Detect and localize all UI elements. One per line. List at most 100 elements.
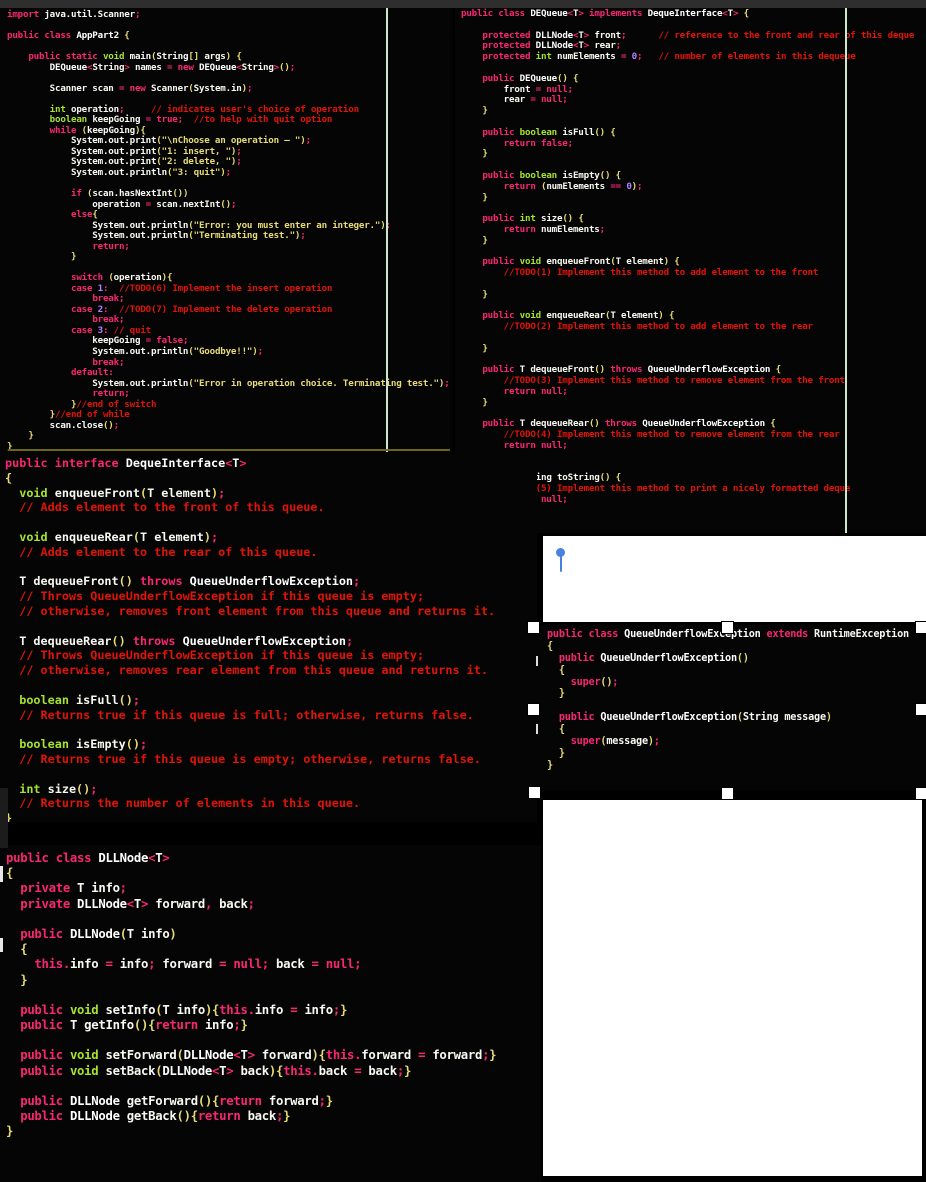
text-fragment xyxy=(0,938,3,952)
code-line: this.info = info; forward = null; back =… xyxy=(6,957,541,972)
pin-icon[interactable] xyxy=(554,548,568,574)
code-line: } xyxy=(461,236,926,247)
code-line xyxy=(461,333,926,344)
selection-handle-top-left[interactable] xyxy=(527,621,540,634)
code-line: return null; xyxy=(461,387,926,398)
code-line: T dequeueFront() throws QueueUnderflowEx… xyxy=(5,574,537,589)
slide-canvas: import java.util.Scanner;public class Ap… xyxy=(0,0,926,1182)
code-line: } xyxy=(461,193,926,204)
text-fragment xyxy=(536,656,538,666)
code-line xyxy=(461,279,926,290)
text-fragment xyxy=(0,866,3,882)
slide-background-area[interactable] xyxy=(543,800,922,1176)
code-line: public void setInfo(T info){this.info = … xyxy=(6,1003,541,1018)
code-line: public class DLLNode<T> xyxy=(6,851,541,866)
white-slide-box[interactable] xyxy=(543,536,926,622)
code-line: // Throws QueueUnderflowException if thi… xyxy=(5,648,537,663)
code-line: public QueueUnderflowException() xyxy=(547,653,926,665)
code-line: T dequeueRear() throws QueueUnderflowExc… xyxy=(5,634,537,649)
code-line: return false; xyxy=(461,139,926,150)
code-line: } xyxy=(547,688,926,700)
code-line: public DLLNode getBack(){return back;} xyxy=(6,1109,541,1124)
code-line: public interface DequeInterface<T> xyxy=(5,456,537,471)
code-line: // Adds element to the front of this que… xyxy=(5,500,537,515)
code-line: // otherwise, removes rear element from … xyxy=(5,663,537,678)
code-line: public class QueueUnderflowException ext… xyxy=(547,629,926,641)
gutter-strip xyxy=(0,788,8,848)
code-line: } xyxy=(461,149,926,160)
code-line: } xyxy=(461,106,926,117)
code-line: } xyxy=(461,290,926,301)
code-line xyxy=(5,619,537,634)
code-line: } xyxy=(547,760,926,772)
code-line: { xyxy=(547,724,926,736)
selection-handle-bottom-center[interactable] xyxy=(721,787,734,800)
code-line: // Returns the number of elements in thi… xyxy=(5,796,537,811)
code-screenshot-dllnode[interactable]: public class DLLNode<T>{ private T info;… xyxy=(0,845,541,1182)
code-line: rear = null; xyxy=(461,95,926,106)
code-line xyxy=(5,678,537,693)
selection-handle-top-center[interactable] xyxy=(721,621,734,634)
selection-handle-top-right[interactable] xyxy=(915,621,926,634)
code-line: void enqueueRear(T element); xyxy=(5,530,537,545)
horizontal-divider-line xyxy=(8,449,450,451)
code-line: private T info; xyxy=(6,881,541,896)
code-line: public T getInfo(){return info;} xyxy=(6,1018,541,1033)
code-line: void enqueueFront(T element); xyxy=(5,486,537,501)
code-line: { xyxy=(547,665,926,677)
code-line: } xyxy=(5,811,537,822)
code-line: } xyxy=(461,398,926,409)
code-line: return null; xyxy=(461,441,926,452)
code-line: public void setBack(DLLNode<T> back){thi… xyxy=(6,1064,541,1079)
code-line: { xyxy=(547,641,926,653)
code-line: { xyxy=(5,471,537,486)
code-line xyxy=(6,988,541,1003)
code-line: } xyxy=(6,973,541,988)
vertical-divider-line xyxy=(386,8,388,452)
selection-handle-bottom-left[interactable] xyxy=(528,786,541,799)
code-line: int size(); xyxy=(5,782,537,797)
code-line: public QueueUnderflowException(String me… xyxy=(547,712,926,724)
code-line: boolean isEmpty(); xyxy=(5,737,537,752)
code-line: // Adds element to the rear of this queu… xyxy=(5,545,537,560)
code-screenshot-dequeinterface[interactable]: public interface DequeInterface<T>{ void… xyxy=(0,452,537,822)
text-fragment xyxy=(536,724,538,734)
code-line xyxy=(6,1033,541,1048)
code-line: public DLLNode getForward(){return forwa… xyxy=(6,1094,541,1109)
code-line: //TODO(1) Implement this method to add e… xyxy=(461,268,926,279)
code-line: //TODO(2) Implement this method to add e… xyxy=(461,322,926,333)
code-line: super(); xyxy=(547,677,926,689)
code-line: } xyxy=(461,344,926,355)
code-screenshot-apppart2[interactable]: import java.util.Scanner;public class Ap… xyxy=(0,8,452,452)
code-line: boolean isFull(); xyxy=(5,693,537,708)
code-line xyxy=(5,767,537,782)
code-line: { xyxy=(6,866,541,881)
code-line xyxy=(6,912,541,927)
code-line: return (numElements == 0); xyxy=(461,182,926,193)
code-line xyxy=(547,700,926,712)
code-line: // Returns true if this queue is full; o… xyxy=(5,708,537,723)
code-line: super(message); xyxy=(547,736,926,748)
code-line: } xyxy=(6,1124,541,1139)
code-line: protected int numElements = 0; // number… xyxy=(461,52,926,63)
vertical-divider-line xyxy=(845,8,847,533)
code-line: public class DEQueue<T> implements Deque… xyxy=(461,9,926,20)
selection-handle-bottom-right[interactable] xyxy=(915,787,926,800)
code-screenshot-queueunderflow[interactable]: public class QueueUnderflowException ext… xyxy=(537,625,926,790)
selection-handle-mid-left[interactable] xyxy=(527,703,540,716)
code-line xyxy=(5,515,537,530)
code-line: } xyxy=(547,748,926,760)
code-line: { xyxy=(6,942,541,957)
code-line: private DLLNode<T> forward, back; xyxy=(6,897,541,912)
top-bar xyxy=(0,0,926,8)
code-line xyxy=(5,722,537,737)
code-line xyxy=(6,1079,541,1094)
code-line: // otherwise, removes front element from… xyxy=(5,604,537,619)
code-line: // Throws QueueUnderflowException if thi… xyxy=(5,589,537,604)
code-line: public void setForward(DLLNode<T> forwar… xyxy=(6,1048,541,1063)
code-line xyxy=(5,560,537,575)
selection-handle-mid-right[interactable] xyxy=(915,703,926,716)
code-line: return numElements; xyxy=(461,225,926,236)
code-line: // Returns true if this queue is empty; … xyxy=(5,752,537,767)
code-line: public DLLNode(T info) xyxy=(6,927,541,942)
